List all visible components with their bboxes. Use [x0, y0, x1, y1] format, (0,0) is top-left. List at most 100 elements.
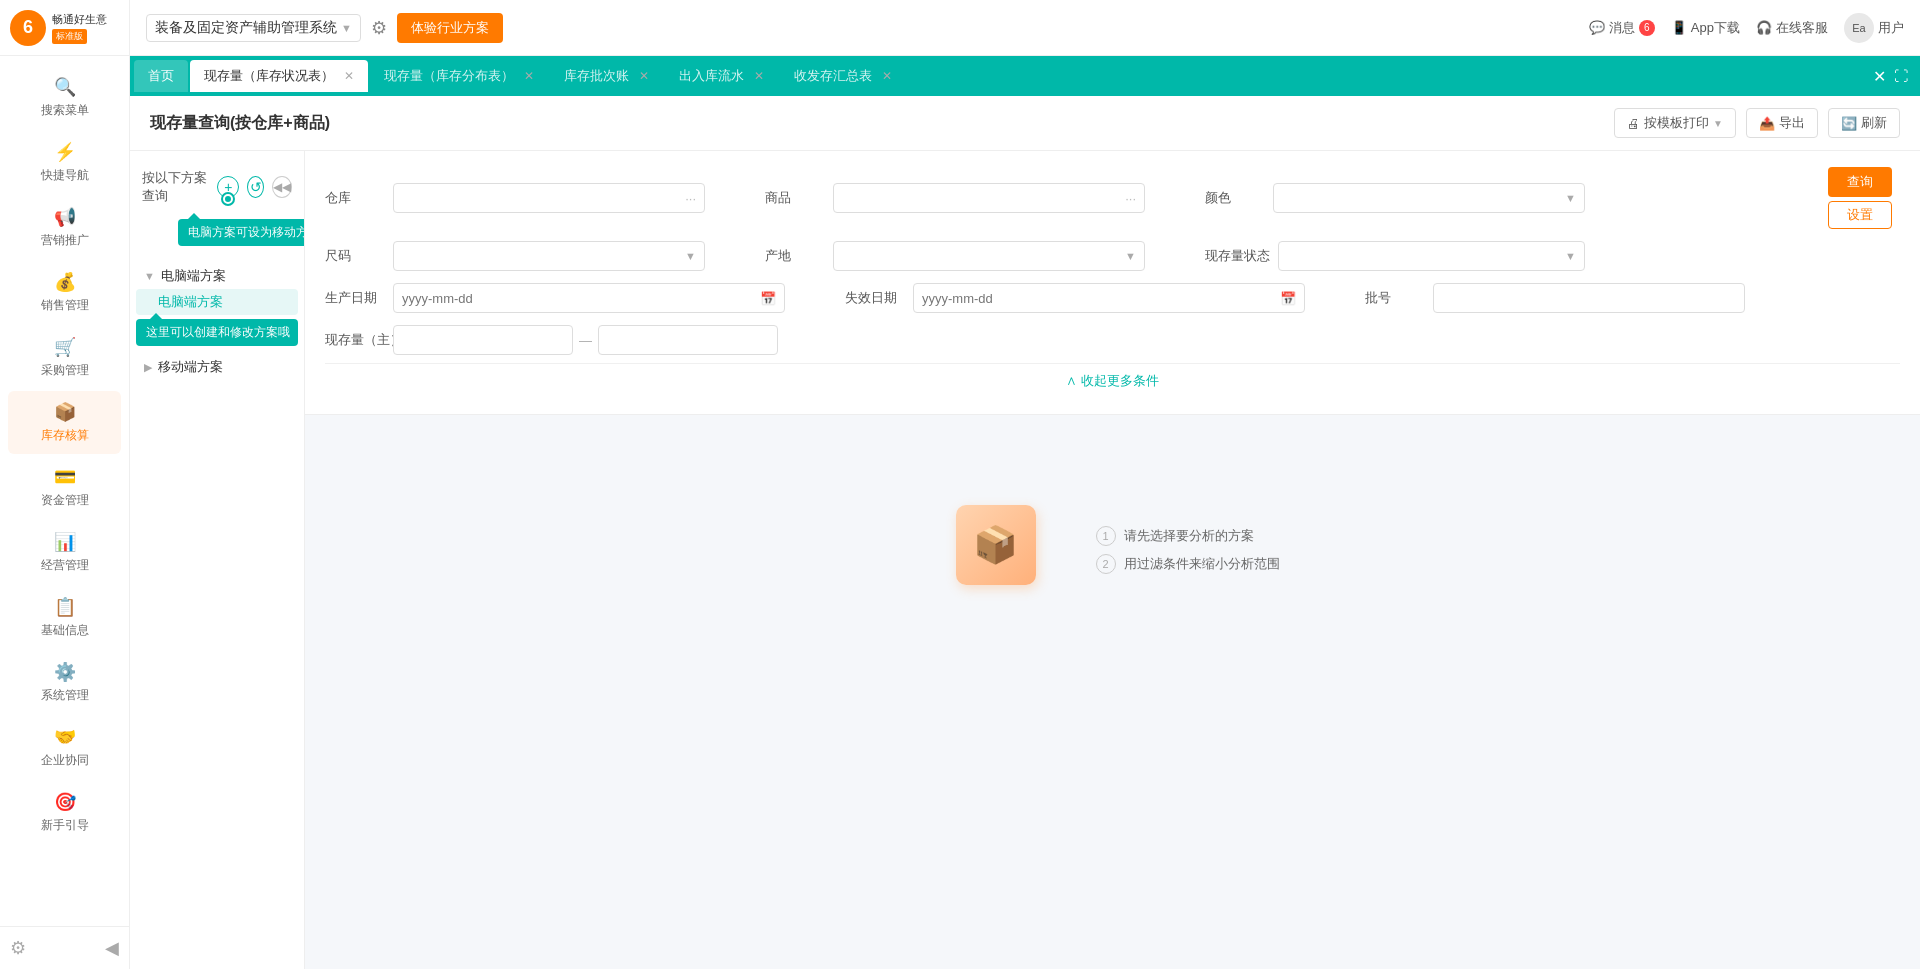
scheme-group-mobile-title[interactable]: ▶ 移动端方案 [136, 354, 298, 380]
filter-origin: 产地 ▼ [765, 241, 1145, 271]
search-icon: 🔍 [54, 76, 76, 98]
tab-home-label: 首页 [148, 67, 174, 85]
logo-text: 畅通好生意 标准版 [52, 12, 107, 44]
stock-qty-from[interactable] [393, 325, 573, 355]
sales-icon: 💰 [54, 271, 76, 293]
scheme-item-desktop[interactable]: 电脑端方案 [136, 289, 298, 315]
tab-home[interactable]: 首页 [134, 60, 188, 92]
tab-inventory-dist[interactable]: 现存量（库存分布表） ✕ [370, 60, 548, 92]
produce-date-start-input[interactable] [402, 291, 756, 306]
calendar-icon[interactable]: 📅 [1280, 291, 1296, 306]
sidebar-item-operations[interactable]: 📊 经营管理 [8, 521, 121, 584]
template-print-btn[interactable]: 🖨 按模板打印 ▼ [1614, 108, 1736, 138]
origin-select[interactable]: ▼ [833, 241, 1145, 271]
stock-qty-to[interactable] [598, 325, 778, 355]
tab-receive-summary[interactable]: 收发存汇总表 ✕ [780, 60, 906, 92]
tab-expand-icon[interactable]: ⛶ [1894, 68, 1908, 84]
collapse-sidebar-icon[interactable]: ◀ [105, 937, 119, 959]
basic-info-icon: 📋 [54, 596, 76, 618]
inventory-icon: 📦 [54, 401, 76, 423]
expire-date-start-input[interactable] [922, 291, 1276, 306]
page-title: 现存量查询(按仓库+商品) [150, 113, 330, 134]
color-label: 颜色 [1205, 189, 1265, 207]
sidebar-item-label: 企业协同 [41, 752, 89, 769]
connector-dot [223, 194, 233, 204]
sidebar-item-label: 系统管理 [41, 687, 89, 704]
query-btn[interactable]: 查询 [1828, 167, 1892, 197]
trial-btn[interactable]: 体验行业方案 [397, 13, 503, 43]
message-action[interactable]: 💬 消息 6 [1589, 19, 1655, 37]
sidebar-item-label: 搜索菜单 [41, 102, 89, 119]
setting-btn[interactable]: 设置 [1828, 201, 1892, 229]
empty-step-2: 2 用过滤条件来缩小分析范围 [1096, 554, 1280, 574]
tab-close-icon[interactable]: ✕ [754, 69, 764, 83]
goods-select[interactable]: ··· [833, 183, 1145, 213]
user-label: 用户 [1878, 19, 1904, 37]
chevron-down-icon: ▼ [1125, 250, 1136, 262]
tab-close-icon[interactable]: ✕ [639, 69, 649, 83]
right-panel: 仓库 ··· 商品 ··· [305, 151, 1920, 969]
header-right: 💬 消息 6 📱 App下载 🎧 在线客服 Ea 用户 [1589, 13, 1904, 43]
sidebar-item-quick-nav[interactable]: ⚡ 快捷导航 [8, 131, 121, 194]
step-1-num: 1 [1096, 526, 1116, 546]
warehouse-select[interactable]: ··· [393, 183, 705, 213]
tab-in-out-flow[interactable]: 出入库流水 ✕ [665, 60, 778, 92]
scheme-group-desktop-title[interactable]: ▼ 电脑端方案 [136, 263, 298, 289]
tooltip2-close-icon[interactable]: ✕ [298, 325, 305, 340]
sidebar-item-inventory[interactable]: 📦 库存核算 [8, 391, 121, 454]
sidebar-bottom: ⚙ ◀ [0, 926, 129, 969]
empty-illustration: 📦 [946, 495, 1056, 605]
stock-status-select[interactable]: ▼ [1278, 241, 1585, 271]
tab-inventory-status[interactable]: 现存量（库存状况表） ✕ [190, 60, 368, 92]
scheme-item-desktop-label: 电脑端方案 [158, 293, 223, 311]
stock-qty-from-input[interactable] [402, 333, 570, 348]
tab-in-out-flow-label: 出入库流水 [679, 67, 744, 85]
batch-input[interactable] [1433, 283, 1745, 313]
chevron-down-icon: ▼ [685, 250, 696, 262]
stock-qty-to-input[interactable] [607, 333, 775, 348]
sidebar-item-system[interactable]: ⚙️ 系统管理 [8, 651, 121, 714]
sidebar-item-purchase[interactable]: 🛒 采购管理 [8, 326, 121, 389]
sidebar-item-guide[interactable]: 🎯 新手引导 [8, 781, 121, 844]
tab-batch-account-label: 库存批次账 [564, 67, 629, 85]
step-2-num: 2 [1096, 554, 1116, 574]
step-1-text: 请先选择要分析的方案 [1124, 527, 1254, 545]
refresh-btn[interactable]: 🔄 刷新 [1828, 108, 1900, 138]
calendar-icon[interactable]: 📅 [760, 291, 776, 306]
refresh-icon: 🔄 [1841, 116, 1857, 131]
tab-close-all-icon[interactable]: ✕ [1873, 67, 1886, 86]
sidebar-item-enterprise[interactable]: 🤝 企业协同 [8, 716, 121, 779]
app-download-action[interactable]: 📱 App下载 [1671, 19, 1740, 37]
color-select[interactable]: ▼ [1273, 183, 1585, 213]
prev-scheme-btn[interactable]: ◀◀ [272, 176, 292, 198]
sidebar-item-sales[interactable]: 💰 销售管理 [8, 261, 121, 324]
collapse-bar[interactable]: ∧ 收起更多条件 [325, 363, 1900, 398]
export-icon: 📤 [1759, 116, 1775, 131]
user-action[interactable]: Ea 用户 [1844, 13, 1904, 43]
refresh-scheme-btn[interactable]: ↺ [247, 176, 264, 198]
settings-gear-icon[interactable]: ⚙ [371, 17, 387, 39]
sidebar-item-finance[interactable]: 💳 资金管理 [8, 456, 121, 519]
sidebar-item-marketing[interactable]: 📢 营销推广 [8, 196, 121, 259]
sidebar-item-search[interactable]: 🔍 搜索菜单 [8, 66, 121, 129]
tab-inventory-status-label: 现存量（库存状况表） [204, 67, 334, 85]
sidebar-item-label: 经营管理 [41, 557, 89, 574]
expire-date-start[interactable]: 📅 [913, 283, 1305, 313]
step-2-text: 用过滤条件来缩小分析范围 [1124, 555, 1280, 573]
tab-close-icon[interactable]: ✕ [524, 69, 534, 83]
sidebar-logo: 6 畅通好生意 标准版 [0, 0, 129, 56]
filter-row-2: 尺码 ▼ 产地 ▼ [325, 241, 1900, 271]
settings-bottom-icon[interactable]: ⚙ [10, 937, 26, 959]
filter-area: 仓库 ··· 商品 ··· [305, 151, 1920, 415]
sidebar-item-basic-info[interactable]: 📋 基础信息 [8, 586, 121, 649]
tab-close-icon[interactable]: ✕ [882, 69, 892, 83]
tab-batch-account[interactable]: 库存批次账 ✕ [550, 60, 663, 92]
system-name-selector[interactable]: 装备及固定资产辅助管理系统 ▼ [146, 14, 361, 42]
produce-date-start[interactable]: 📅 [393, 283, 785, 313]
size-select[interactable]: ▼ [393, 241, 705, 271]
online-support-action[interactable]: 🎧 在线客服 [1756, 19, 1828, 37]
tab-close-icon[interactable]: ✕ [344, 69, 354, 83]
system-icon: ⚙️ [54, 661, 76, 683]
export-btn[interactable]: 📤 导出 [1746, 108, 1818, 138]
left-panel: 按以下方案查询 + ↺ ◀◀ 电脑方案可设为移动方案哦 ✕ [130, 151, 305, 969]
